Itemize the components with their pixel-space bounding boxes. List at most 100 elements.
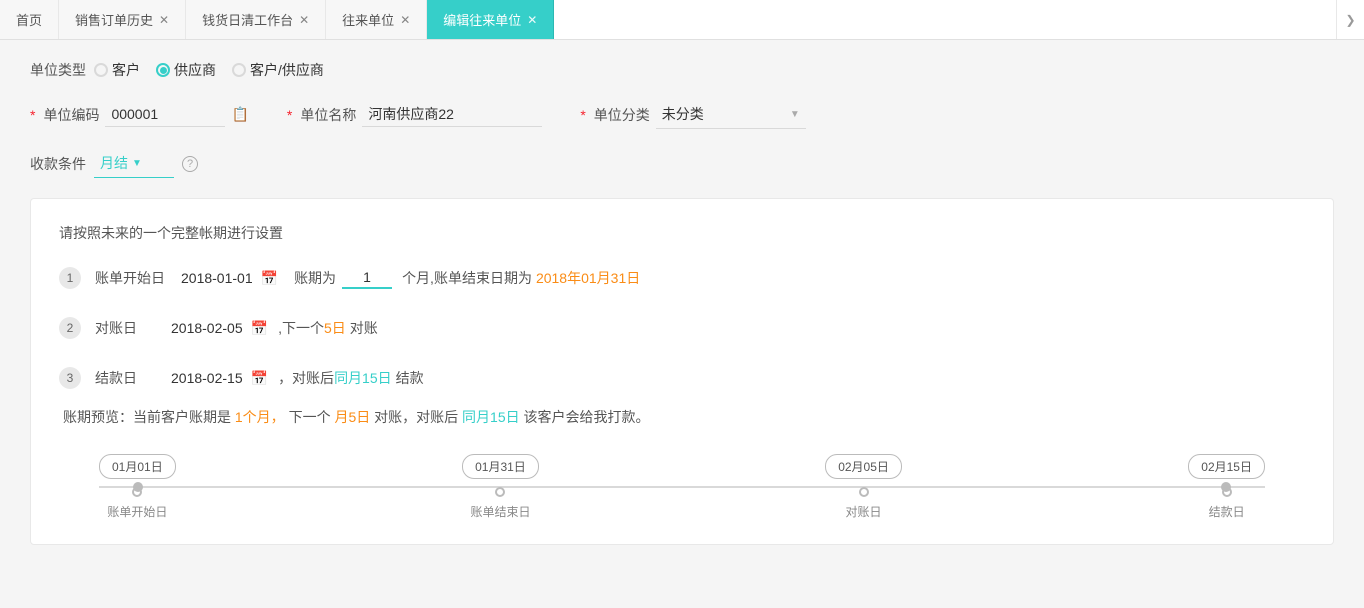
radio-label-customer-supplier: 客户/供应商 — [250, 60, 324, 80]
payment-terms-dropdown[interactable]: 月结 ▼ — [94, 149, 174, 178]
radio-dot-supplier — [160, 67, 167, 74]
period-suffix: 个月,账单结束日期为 — [402, 268, 532, 288]
unit-type-label: 单位类型 — [30, 60, 86, 80]
calendar-icon-1[interactable]: 📅 — [261, 270, 278, 287]
tl-badge-1: 01月01日 — [99, 454, 176, 479]
step-num-2: 2 — [59, 317, 81, 339]
tl-badge-3: 02月05日 — [825, 454, 902, 479]
period-value-input[interactable] — [342, 267, 392, 289]
unit-name-input[interactable] — [362, 102, 542, 127]
step-num-3: 3 — [59, 367, 81, 389]
close-icon[interactable]: ✕ — [400, 13, 410, 27]
required-star: * — [287, 107, 292, 123]
step3-pre: ，对账后 — [278, 368, 334, 388]
help-icon[interactable]: ? — [182, 156, 198, 172]
radio-group-unit-type: 客户 供应商 客户/供应商 — [94, 60, 324, 80]
payment-terms-row: 收款条件 月结 ▼ ? — [30, 149, 1334, 178]
required-star: * — [580, 107, 585, 123]
end-dot — [1221, 482, 1231, 492]
payment-terms-value: 月结 — [100, 153, 128, 173]
tab-label: 钱货日清工作台 — [202, 10, 293, 29]
tab-label: 往来单位 — [342, 10, 394, 29]
unit-type-row: 单位类型 客户 供应商 客户/供应商 — [30, 60, 1334, 80]
preview-payment-post: 该客户会给我打款。 — [524, 409, 650, 425]
step-row-3: 3 结款日 2018-02-15 📅 ，对账后 同月15日 结款 — [59, 367, 1305, 389]
step-row-1: 1 账单开始日 2018-01-01 📅 账期为 个月,账单结束日期为 2018… — [59, 267, 1305, 289]
timeline-start-cap — [133, 482, 143, 492]
preview-payment-highlight: 同月15日 — [462, 409, 520, 425]
tab-scroll-right[interactable]: ❯ — [1336, 0, 1364, 39]
step-label-1: 账单开始日 — [95, 268, 165, 288]
settings-panel: 请按照未来的一个完整帐期进行设置 1 账单开始日 2018-01-01 📅 账期… — [30, 198, 1334, 545]
timeline-points: 01月01日 账单开始日 01月31日 账单结束日 02月05日 对账日 — [99, 454, 1265, 520]
tl-label-2: 账单结束日 — [470, 503, 530, 520]
preview-reconcile-highlight: 月5日 — [334, 409, 370, 425]
preview-reconcile-post: 对账，对账后 — [374, 409, 458, 425]
step-label-2: 对账日 — [95, 318, 155, 338]
step-num-1: 1 — [59, 267, 81, 289]
unit-category-value: 未分类 — [662, 104, 786, 124]
step-date-2: 2018-02-05 — [171, 320, 243, 336]
tl-label-3: 对账日 — [846, 503, 882, 520]
tl-badge-4: 02月15日 — [1188, 454, 1265, 479]
payment-terms-label: 收款条件 — [30, 154, 86, 174]
tl-item-2: 01月31日 账单结束日 — [462, 454, 539, 520]
step-row-2: 2 对账日 2018-02-05 📅 ,下一个 5日 对账 — [59, 317, 1305, 339]
timeline-items: 01月01日 账单开始日 01月31日 账单结束日 02月05日 对账日 — [99, 454, 1265, 520]
close-icon[interactable]: ✕ — [159, 13, 169, 27]
tl-dot-2 — [495, 487, 505, 497]
close-icon[interactable]: ✕ — [527, 13, 537, 27]
radio-circle-customer — [94, 63, 108, 77]
tab-edit-partner[interactable]: 编辑往来单位 ✕ — [427, 0, 554, 39]
step3-highlight: 同月15日 — [334, 368, 392, 388]
period-end-date: 2018年01月31日 — [536, 268, 640, 288]
step3-post: 结款 — [396, 368, 424, 388]
tab-label: 首页 — [16, 10, 42, 29]
step-date-3: 2018-02-15 — [171, 370, 243, 386]
tl-item-3: 02月05日 对账日 — [825, 454, 902, 520]
tab-partners[interactable]: 往来单位 ✕ — [326, 0, 427, 39]
step-date-1: 2018-01-01 — [181, 270, 253, 286]
radio-customer[interactable]: 客户 — [94, 60, 140, 80]
tab-sales-history[interactable]: 销售订单历史 ✕ — [59, 0, 186, 39]
timeline-end-cap — [1221, 482, 1231, 492]
step2-post: 对账 — [350, 318, 378, 338]
radio-supplier[interactable]: 供应商 — [156, 60, 216, 80]
tab-cash-work[interactable]: 钱货日清工作台 ✕ — [186, 0, 326, 39]
chevron-down-icon: ▼ — [132, 158, 142, 169]
step-label-3: 结款日 — [95, 368, 155, 388]
calendar-icon-2[interactable]: 📅 — [251, 320, 268, 337]
unit-category-label: 单位分类 — [594, 105, 650, 125]
copy-icon[interactable]: 📋 — [231, 106, 248, 123]
unit-name-label: 单位名称 — [300, 105, 356, 125]
unit-code-input[interactable] — [105, 102, 225, 127]
tl-label-4: 结款日 — [1209, 503, 1245, 520]
radio-label-supplier: 供应商 — [174, 60, 216, 80]
preview-months: 1个月， — [235, 409, 285, 425]
timeline: 01月01日 账单开始日 01月31日 账单结束日 02月05日 对账日 — [59, 454, 1305, 520]
unit-code-label: 单位编码 — [43, 105, 99, 125]
tab-label: 销售订单历史 — [75, 10, 153, 29]
required-star: * — [30, 107, 35, 123]
unit-info-row: * 单位编码 📋 * 单位名称 * 单位分类 未分类 ▼ — [30, 100, 1334, 129]
tab-bar: 首页 销售订单历史 ✕ 钱货日清工作台 ✕ 往来单位 ✕ 编辑往来单位 ✕ ❯ — [0, 0, 1364, 40]
main-content: 单位类型 客户 供应商 客户/供应商 * 单位编码 📋 — [0, 40, 1364, 608]
panel-title: 请按照未来的一个完整帐期进行设置 — [59, 223, 1305, 243]
unit-code-group: * 单位编码 📋 — [30, 102, 249, 127]
radio-customer-supplier[interactable]: 客户/供应商 — [232, 60, 324, 80]
close-icon[interactable]: ✕ — [299, 13, 309, 27]
tab-home[interactable]: 首页 — [0, 0, 59, 39]
tl-label-1: 账单开始日 — [107, 503, 167, 520]
start-dot — [133, 482, 143, 492]
unit-category-select[interactable]: 未分类 ▼ — [656, 100, 806, 129]
step2-pre: ,下一个 — [278, 318, 324, 338]
radio-circle-supplier — [156, 63, 170, 77]
radio-circle-customer-supplier — [232, 63, 246, 77]
preview-text: 账期预览：当前客户账期是 1个月， 下一个 月5日 对账，对账后 同月15日 该… — [59, 405, 1305, 430]
unit-category-group: * 单位分类 未分类 ▼ — [580, 100, 805, 129]
tab-label: 编辑往来单位 — [443, 10, 521, 29]
period-prefix: 账期为 — [294, 268, 336, 288]
tl-dot-3 — [859, 487, 869, 497]
calendar-icon-3[interactable]: 📅 — [251, 370, 268, 387]
radio-label-customer: 客户 — [112, 60, 140, 80]
